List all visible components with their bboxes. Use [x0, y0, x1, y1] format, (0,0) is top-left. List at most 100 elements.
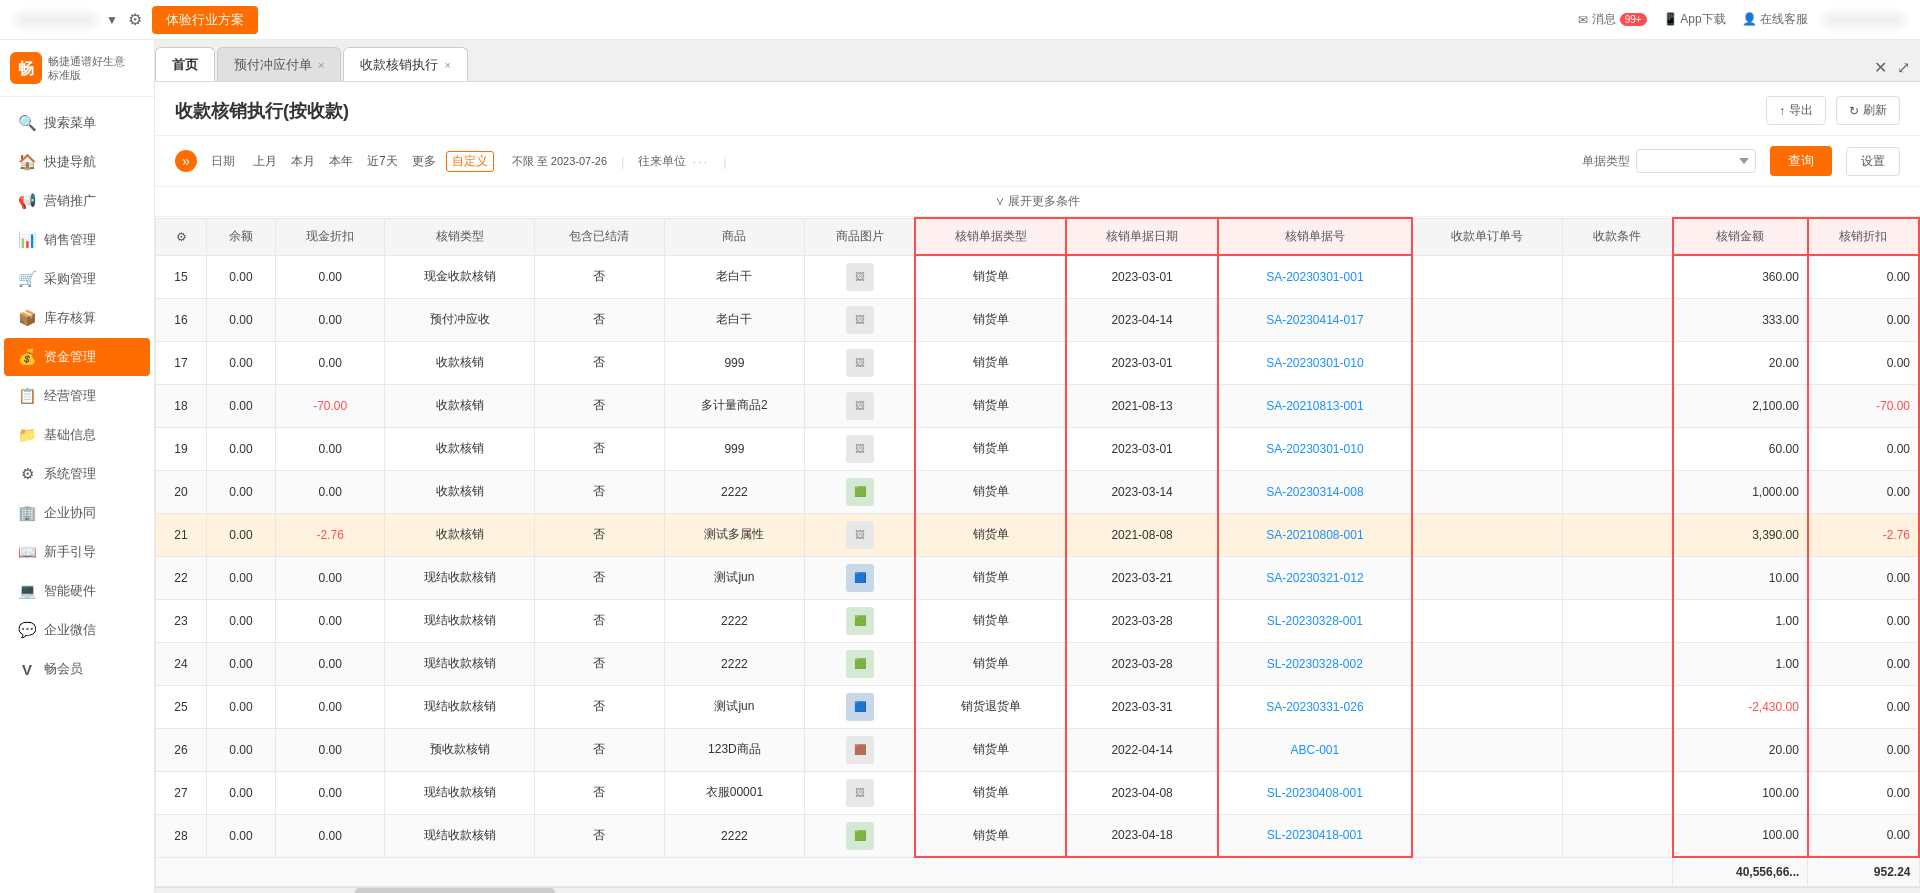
window-maximize-icon[interactable]: ⤢ [1897, 58, 1910, 77]
cell-bill-no[interactable]: SA-20230414-017 [1218, 298, 1412, 341]
cell-cash-discount: 0.00 [276, 728, 385, 771]
date-opt-7days[interactable]: 近7天 [363, 151, 402, 172]
th-gear[interactable]: ⚙ [156, 218, 207, 255]
date-opt-this-year[interactable]: 本年 [325, 151, 357, 172]
cell-write-off-amount: 2,100.00 [1673, 384, 1808, 427]
cell-write-off-discount: 0.00 [1808, 341, 1919, 384]
online-service[interactable]: 👤 在线客服 [1742, 11, 1808, 28]
sidebar-item-wechat[interactable]: 💬 企业微信 [4, 611, 150, 649]
query-button[interactable]: 查询 [1770, 146, 1832, 176]
message-area[interactable]: ✉ 消息 99+ [1578, 11, 1647, 28]
cell-write-off-type: 收款核销 [385, 427, 535, 470]
tab-receipts-close[interactable]: × [444, 59, 450, 71]
industry-btn[interactable]: 体验行业方案 [152, 6, 258, 34]
main-content: 首页 预付冲应付单 × 收款核销执行 × ✕ ⤢ 收款核销执行(按收款) ↑ 导… [155, 40, 1920, 893]
sidebar-logo: 畅 畅捷通谱好生意标准版 [0, 40, 154, 97]
cell-cash-discount: 0.00 [276, 341, 385, 384]
cell-receipt-order-no [1412, 685, 1563, 728]
sidebar-item-quick-nav[interactable]: 🏠 快捷导航 [4, 143, 150, 181]
date-opt-custom[interactable]: 自定义 [446, 151, 494, 172]
date-opt-this-month[interactable]: 本月 [287, 151, 319, 172]
table-container: ⚙ 余额 现金折扣 核销类型 包含已结清 商品 商品图片 核销单据类型 核销单据… [155, 217, 1920, 893]
cell-bill-no[interactable]: ABC-001 [1218, 728, 1412, 771]
cell-no: 19 [156, 427, 207, 470]
user-info-blurred [1824, 13, 1904, 27]
cell-bill-no[interactable]: SA-20230314-008 [1218, 470, 1412, 513]
scrollbar-thumb[interactable] [355, 888, 555, 893]
cell-balance: 0.00 [207, 599, 276, 642]
sidebar-item-inventory[interactable]: 📦 库存核算 [4, 299, 150, 337]
window-close-icon[interactable]: ✕ [1874, 58, 1887, 77]
app-download[interactable]: 📱 App下载 [1663, 11, 1726, 28]
cell-write-off-type: 预付冲应收 [385, 298, 535, 341]
tab-prepay[interactable]: 预付冲应付单 × [217, 47, 341, 81]
sidebar-item-search[interactable]: 🔍 搜索菜单 [4, 104, 150, 142]
sidebar-item-enterprise[interactable]: 🏢 企业协同 [4, 494, 150, 532]
sidebar-item-member[interactable]: V 畅会员 [4, 650, 150, 688]
cell-bill-no[interactable]: SL-20230418-001 [1218, 814, 1412, 857]
horizontal-scrollbar[interactable] [155, 887, 1920, 893]
sidebar-item-guide[interactable]: 📖 新手引导 [4, 533, 150, 571]
filter-expand-button[interactable]: » [175, 150, 197, 172]
table-row: 24 0.00 0.00 现结收款核销 否 2222 🟩 销货单 2023-03… [156, 642, 1920, 685]
sidebar-item-purchase[interactable]: 🛒 采购管理 [4, 260, 150, 298]
refresh-button[interactable]: ↻ 刷新 [1836, 96, 1900, 125]
dropdown-arrow[interactable]: ▼ [106, 13, 118, 27]
cell-write-off-amount: -2,430.00 [1673, 685, 1808, 728]
cell-bill-type: 销货单 [915, 513, 1066, 556]
cell-bill-no[interactable]: SA-20230301-001 [1218, 255, 1412, 298]
cell-bill-no[interactable]: SA-20230301-010 [1218, 427, 1412, 470]
sidebar-item-system[interactable]: ⚙ 系统管理 [4, 455, 150, 493]
export-button[interactable]: ↑ 导出 [1766, 96, 1826, 125]
unit-input-dots[interactable]: ··· [692, 154, 709, 169]
cell-write-off-amount: 20.00 [1673, 728, 1808, 771]
cell-bill-no[interactable]: SL-20230328-002 [1218, 642, 1412, 685]
table-row: 17 0.00 0.00 收款核销 否 999 🖼 销货单 2023-03-01… [156, 341, 1920, 384]
cell-bill-no[interactable]: SA-20230301-010 [1218, 341, 1412, 384]
sidebar-item-operation[interactable]: 📋 经营管理 [4, 377, 150, 415]
cell-bill-no[interactable]: SA-20210813-001 [1218, 384, 1412, 427]
cell-bill-no[interactable]: SL-20230408-001 [1218, 771, 1412, 814]
settings-icon[interactable]: ⚙ [128, 10, 142, 29]
table-row: 23 0.00 0.00 现结收款核销 否 2222 🟩 销货单 2023-03… [156, 599, 1920, 642]
cell-goods-img: 🖼 [805, 255, 915, 298]
inventory-icon: 📦 [18, 309, 36, 327]
expand-more-button[interactable]: ∨ 展开更多条件 [995, 193, 1080, 210]
sidebar-item-label: 企业协同 [44, 504, 96, 522]
cell-no: 15 [156, 255, 207, 298]
cell-bill-type: 销货单 [915, 814, 1066, 857]
table-row: 27 0.00 0.00 现结收款核销 否 衣服00001 🖼 销货单 2023… [156, 771, 1920, 814]
cell-goods-img: 🟩 [805, 642, 915, 685]
cell-goods-img: 🖼 [805, 427, 915, 470]
type-filter: 单据类型 [741, 149, 1756, 173]
cell-no: 26 [156, 728, 207, 771]
cell-balance: 0.00 [207, 642, 276, 685]
type-select[interactable] [1636, 149, 1756, 173]
date-opt-last-month[interactable]: 上月 [249, 151, 281, 172]
sidebar-item-finance[interactable]: 💰 资金管理 [4, 338, 150, 376]
tab-receipts-label: 收款核销执行 [360, 56, 438, 74]
sidebar-item-basic-info[interactable]: 📁 基础信息 [4, 416, 150, 454]
sidebar-item-sales[interactable]: 📊 销售管理 [4, 221, 150, 259]
table-row: 28 0.00 0.00 现结收款核销 否 2222 🟩 销货单 2023-04… [156, 814, 1920, 857]
sidebar-item-marketing[interactable]: 📢 营销推广 [4, 182, 150, 220]
cell-receipt-order-no [1412, 384, 1563, 427]
cell-bill-no[interactable]: SA-20230331-026 [1218, 685, 1412, 728]
export-icon: ↑ [1779, 104, 1785, 118]
cell-bill-no[interactable]: SA-20210808-001 [1218, 513, 1412, 556]
tab-home[interactable]: 首页 [155, 47, 215, 81]
cell-bill-date: 2023-03-01 [1066, 255, 1217, 298]
sidebar-item-smart-hw[interactable]: 💻 智能硬件 [4, 572, 150, 610]
tab-receipts[interactable]: 收款核销执行 × [343, 47, 467, 81]
sidebar-item-label: 资金管理 [44, 348, 96, 366]
date-opt-more[interactable]: 更多 [408, 151, 440, 172]
column-settings-icon[interactable]: ⚙ [176, 230, 187, 244]
cell-bill-type: 销货单 [915, 599, 1066, 642]
cell-balance: 0.00 [207, 728, 276, 771]
tab-prepay-close[interactable]: × [318, 59, 324, 71]
settings-button[interactable]: 设置 [1846, 147, 1900, 176]
cell-receipt-condition [1562, 814, 1672, 857]
cell-bill-no[interactable]: SL-20230328-001 [1218, 599, 1412, 642]
table-row: 25 0.00 0.00 现结收款核销 否 测试jun 🟦 销货退货单 2023… [156, 685, 1920, 728]
cell-bill-no[interactable]: SA-20230321-012 [1218, 556, 1412, 599]
